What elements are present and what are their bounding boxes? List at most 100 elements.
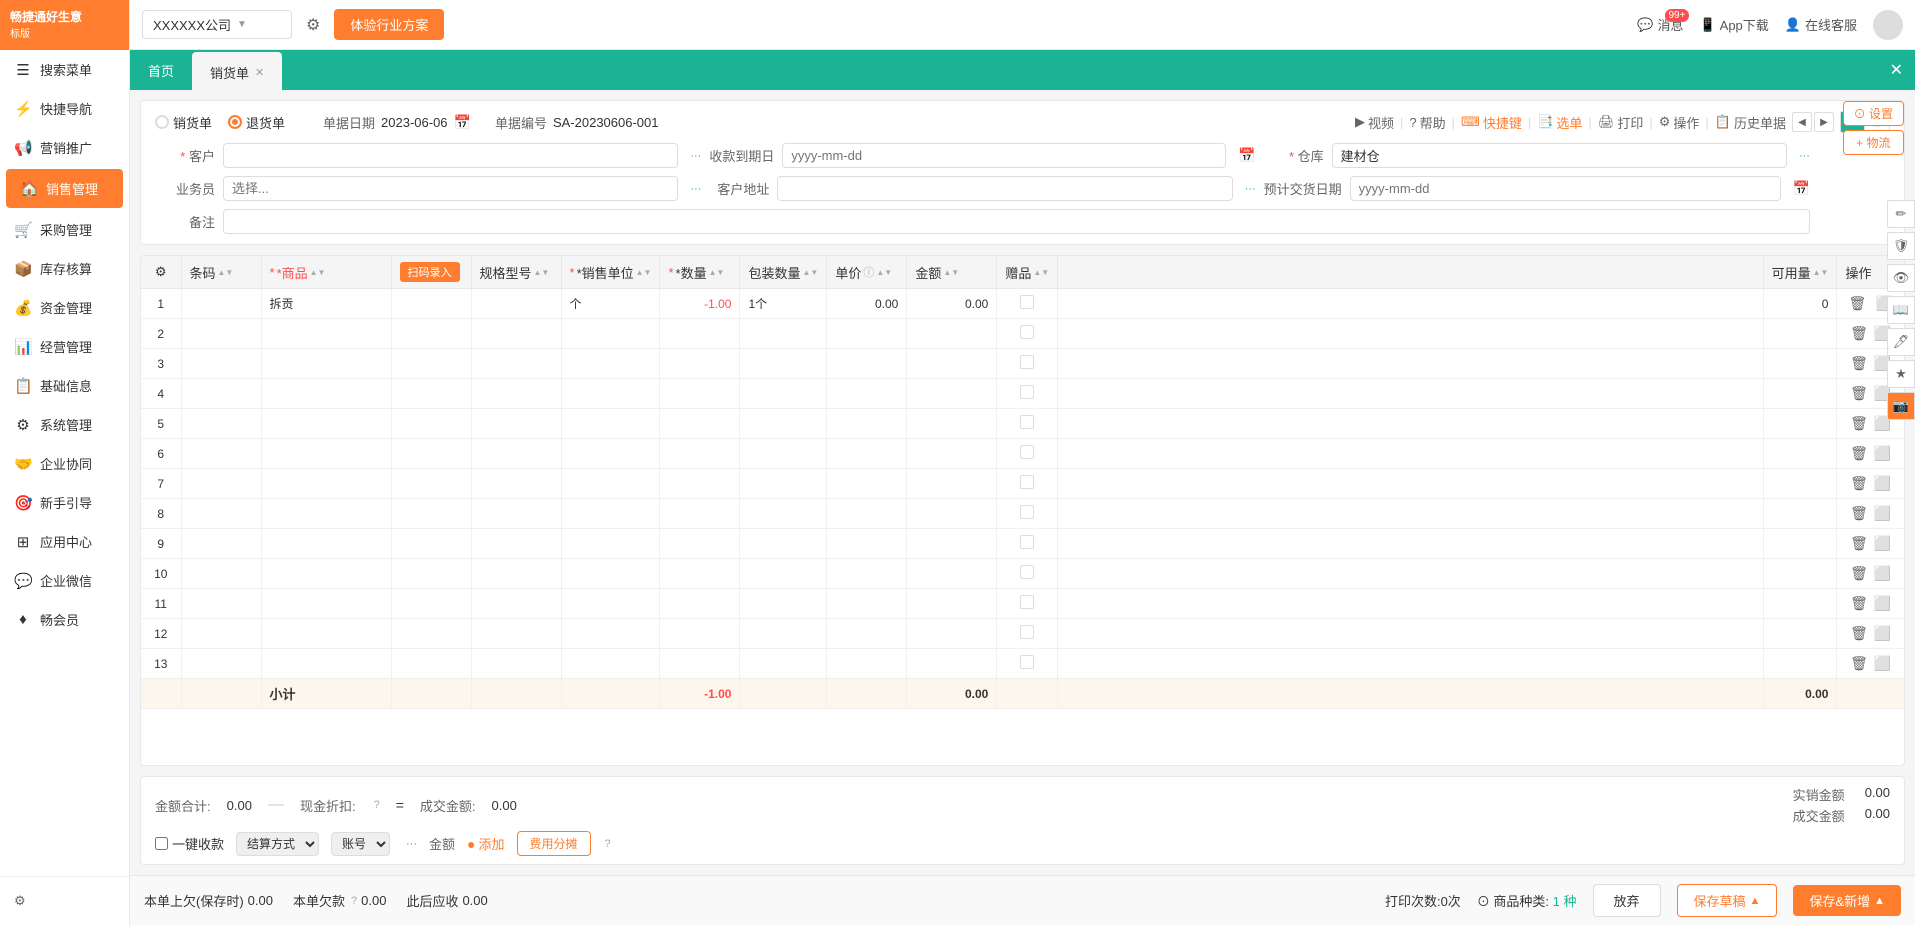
customer-addr-input[interactable]	[777, 176, 1232, 201]
sidebar-item-marketing[interactable]: 📢 营销推广	[0, 128, 129, 167]
sidebar-item-inventory[interactable]: 📦 库存核算	[0, 249, 129, 288]
gift-checkbox[interactable]	[1020, 625, 1034, 639]
settle-method-select[interactable]: 结算方式	[236, 832, 319, 856]
row1-pkg-qty[interactable]: 1个	[740, 289, 827, 319]
copy-icon[interactable]: ⬜	[1874, 475, 1891, 491]
delete-icon[interactable]: 🗑	[1850, 595, 1868, 611]
float-shield-btn[interactable]: 🛡	[1887, 232, 1915, 260]
gift-checkbox[interactable]	[1020, 445, 1034, 459]
row1-price[interactable]: 0.00	[827, 289, 907, 319]
copy-icon[interactable]: ⬜	[1874, 535, 1891, 551]
note-input[interactable]	[223, 209, 1810, 234]
expected-date-calendar-icon[interactable]: 📅	[1793, 180, 1810, 197]
delete-icon[interactable]: 🗑	[1850, 355, 1868, 371]
row1-gift[interactable]	[997, 289, 1058, 319]
row1-unit[interactable]: 个	[561, 289, 660, 319]
close-window-icon[interactable]: ✕	[1890, 60, 1903, 80]
delete-icon[interactable]: 🗑	[1850, 625, 1868, 641]
sidebar-item-base-info[interactable]: 📋 基础信息	[0, 366, 129, 405]
delete-icon[interactable]: 🗑	[1850, 565, 1868, 581]
app-download-btn[interactable]: 📱 App下载	[1699, 15, 1768, 34]
delete-icon[interactable]: 🗑	[1850, 325, 1868, 341]
salesperson-input[interactable]	[223, 176, 678, 201]
history-link[interactable]: 📋 历史单据	[1715, 113, 1786, 132]
price-info-icon[interactable]: ⓘ	[863, 264, 874, 280]
online-service-btn[interactable]: 👤 在线客服	[1785, 15, 1857, 34]
config-icon[interactable]: ⚙	[155, 264, 167, 279]
delete-icon[interactable]: 🗑	[1850, 415, 1868, 431]
debt-help-icon[interactable]: ?	[351, 895, 357, 907]
row1-goods[interactable]: 拆贡	[261, 289, 391, 319]
gift-checkbox[interactable]	[1020, 475, 1034, 489]
warehouse-more-icon[interactable]: ···	[1799, 150, 1810, 162]
customer-addr-more-icon[interactable]: ···	[1245, 183, 1256, 195]
tab-sales-order[interactable]: 销货单 ✕	[192, 52, 282, 92]
cash-discount-help-icon[interactable]: ?	[374, 799, 380, 811]
prev-record-btn[interactable]: ◀	[1792, 112, 1812, 132]
gift-checkbox[interactable]	[1020, 505, 1034, 519]
float-pen-btn[interactable]: 🖊	[1887, 328, 1915, 356]
next-record-btn[interactable]: ▶	[1814, 112, 1834, 132]
delete-icon[interactable]: 🗑	[1850, 535, 1868, 551]
logistics-btn[interactable]: + 物流	[1843, 130, 1904, 155]
float-edit-btn[interactable]: ✏	[1887, 200, 1915, 228]
copy-icon[interactable]: ⬜	[1874, 565, 1891, 581]
actions-link[interactable]: ⚙ 操作	[1659, 113, 1700, 132]
float-book-btn[interactable]: 📖	[1887, 296, 1915, 324]
delete-icon-1[interactable]: 🗑	[1848, 295, 1866, 311]
message-btn[interactable]: 💬 消息 99+	[1637, 15, 1683, 34]
warehouse-input[interactable]	[1332, 143, 1787, 168]
row1-spec[interactable]	[471, 289, 561, 319]
gift-checkbox[interactable]	[1020, 415, 1034, 429]
select-order-link[interactable]: 📑 选单	[1537, 113, 1582, 132]
gift-checkbox[interactable]	[1020, 565, 1034, 579]
gift-checkbox[interactable]	[1020, 385, 1034, 399]
delete-icon[interactable]: 🗑	[1850, 505, 1868, 521]
customer-more-icon[interactable]: ···	[690, 150, 701, 162]
save-new-btn[interactable]: 保存&新增 ▲	[1793, 885, 1901, 916]
due-date-calendar-icon[interactable]: 📅	[1238, 147, 1255, 164]
sidebar-item-app-center[interactable]: ⊞ 应用中心	[0, 522, 129, 561]
help-link[interactable]: ? 帮助	[1409, 113, 1445, 132]
add-payment-btn[interactable]: ● 添加	[467, 834, 504, 853]
sidebar-item-search-order[interactable]: ☰ 搜索菜单	[0, 50, 129, 89]
delete-icon[interactable]: 🗑	[1850, 475, 1868, 491]
expense-split-btn[interactable]: 费用分摊	[517, 831, 591, 856]
save-draft-btn[interactable]: 保存草稿 ▲	[1677, 884, 1778, 917]
account-select[interactable]: 账号	[331, 832, 390, 856]
gift-checkbox-1[interactable]	[1020, 295, 1034, 309]
float-star-btn[interactable]: ★	[1887, 360, 1915, 388]
sidebar-item-corp-collab[interactable]: 🤝 企业协同	[0, 444, 129, 483]
salesperson-more-icon[interactable]: ···	[690, 183, 701, 195]
expected-date-input[interactable]	[1350, 176, 1781, 201]
sidebar-item-member[interactable]: ♦ 畅会员	[0, 600, 129, 639]
copy-icon[interactable]: ⬜	[1874, 445, 1891, 461]
one-key-pay-check[interactable]	[155, 837, 168, 850]
sidebar-item-quick-nav[interactable]: ⚡ 快捷导航	[0, 89, 129, 128]
calendar-icon[interactable]: 📅	[454, 114, 471, 131]
company-selector[interactable]: XXXXXX公司 ▼	[142, 10, 292, 39]
sidebar-item-corp-wechat[interactable]: 💬 企业微信	[0, 561, 129, 600]
gift-checkbox[interactable]	[1020, 655, 1034, 669]
tab-home[interactable]: 首页	[130, 50, 192, 90]
due-date-input[interactable]	[782, 143, 1226, 168]
radio-return-order[interactable]: 退货单	[228, 113, 285, 132]
sidebar-settings-btn[interactable]: ⚙	[0, 885, 129, 917]
tab-close-icon[interactable]: ✕	[255, 66, 264, 79]
video-link[interactable]: ▶ 视频	[1355, 113, 1394, 132]
account-more-icon[interactable]: ···	[406, 838, 417, 850]
user-avatar[interactable]	[1873, 10, 1903, 40]
gift-checkbox[interactable]	[1020, 535, 1034, 549]
abandon-btn[interactable]: 放弃	[1593, 884, 1661, 917]
sidebar-item-operations[interactable]: 📊 经营管理	[0, 327, 129, 366]
expense-help-icon[interactable]: ?	[605, 838, 611, 850]
sidebar-item-sys-mgmt[interactable]: ⚙ 系统管理	[0, 405, 129, 444]
copy-icon[interactable]: ⬜	[1874, 505, 1891, 521]
copy-icon[interactable]: ⬜	[1874, 655, 1891, 671]
scan-barcode-btn[interactable]: 扫码录入	[400, 262, 460, 282]
gift-checkbox[interactable]	[1020, 355, 1034, 369]
row1-remark[interactable]	[1058, 289, 1763, 319]
gift-checkbox[interactable]	[1020, 595, 1034, 609]
row1-barcode[interactable]	[181, 289, 261, 319]
delete-icon[interactable]: 🗑	[1850, 385, 1868, 401]
